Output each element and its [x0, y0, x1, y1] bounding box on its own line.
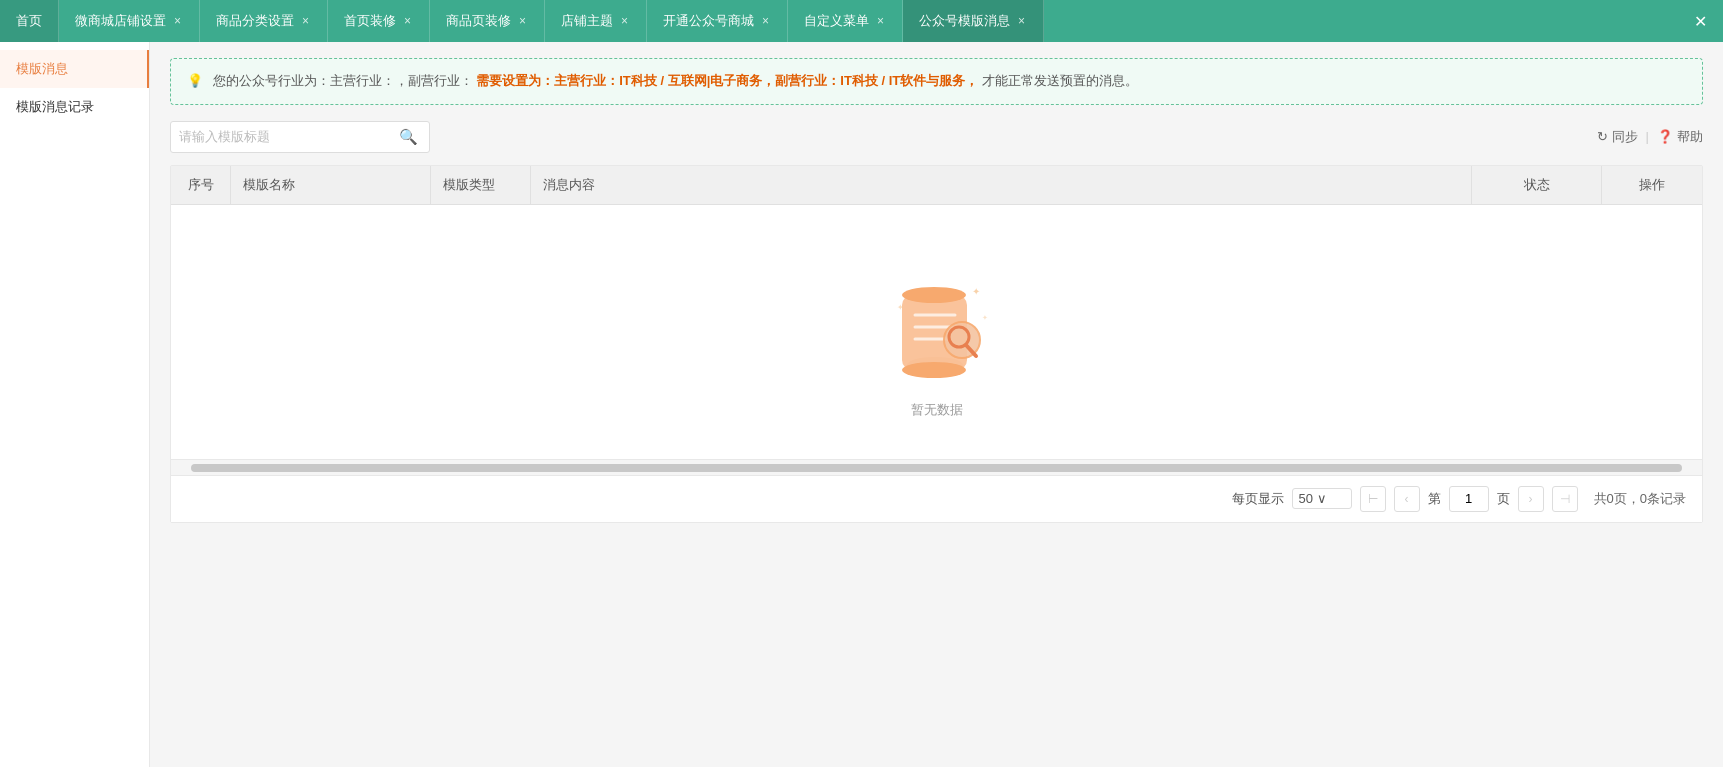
per-page-label: 每页显示 — [1232, 490, 1284, 508]
page-last-button[interactable]: ⊣ — [1552, 486, 1578, 512]
tab-product-deco[interactable]: 商品页装修 × — [430, 0, 545, 42]
notice-suffix: 才能正常发送预置的消息。 — [982, 73, 1138, 88]
svg-point-3 — [902, 362, 966, 378]
tab-home-deco[interactable]: 首页装修 × — [328, 0, 430, 42]
theme-label: 店铺主题 — [561, 12, 613, 30]
tab-template-msg[interactable]: 公众号模版消息 × — [903, 0, 1044, 42]
help-icon: ❓ — [1657, 129, 1673, 144]
notice-prefix: 您的公众号行业为：主营行业：，副营行业： — [213, 73, 473, 88]
content-area: 💡 您的公众号行业为：主营行业：，副营行业： 需要设置为：主营行业：IT科技 /… — [150, 42, 1723, 767]
tab-category[interactable]: 商品分类设置 × — [200, 0, 328, 42]
per-page-chevron-icon: ∨ — [1317, 491, 1327, 506]
template-msg-label: 公众号模版消息 — [919, 12, 1010, 30]
tab-wsc-shop-close[interactable]: × — [172, 14, 183, 28]
sidebar-item-template-log[interactable]: 模版消息记录 — [0, 88, 149, 126]
svg-text:✦: ✦ — [972, 286, 980, 297]
wsc-shop-label: 微商城店铺设置 — [75, 12, 166, 30]
page-input[interactable] — [1449, 486, 1489, 512]
col-header-content: 消息内容 — [531, 166, 1472, 204]
tab-template-msg-close[interactable]: × — [1016, 14, 1027, 28]
col-header-action: 操作 — [1602, 166, 1702, 204]
tab-custom-menu[interactable]: 自定义菜单 × — [788, 0, 903, 42]
tab-bar-close-all[interactable]: ✕ — [1678, 12, 1723, 31]
table-header: 序号 模版名称 模版类型 消息内容 状态 操作 — [171, 166, 1702, 205]
svg-point-2 — [902, 287, 966, 303]
help-button[interactable]: ❓ 帮助 — [1657, 128, 1703, 146]
search-bar: 🔍 ↻ 同步 | ❓ 帮助 — [170, 121, 1703, 153]
help-label: 帮助 — [1677, 128, 1703, 146]
col-header-seq: 序号 — [171, 166, 231, 204]
home-deco-label: 首页装修 — [344, 12, 396, 30]
notice-highlight: 需要设置为：主营行业：IT科技 / 互联网|电子商务，副营行业：IT科技 / I… — [476, 73, 978, 88]
table-wrapper: 序号 模版名称 模版类型 消息内容 状态 操作 — [170, 165, 1703, 523]
tab-home[interactable]: 首页 — [0, 0, 59, 42]
page-prev-button[interactable]: ‹ — [1394, 486, 1420, 512]
tab-theme[interactable]: 店铺主题 × — [545, 0, 647, 42]
empty-text: 暂无数据 — [911, 401, 963, 419]
custom-menu-label: 自定义菜单 — [804, 12, 869, 30]
scrollbar-thumb[interactable] — [191, 464, 1682, 472]
empty-illustration: ✦ ✦ ✦ — [877, 265, 997, 385]
home-tab-label: 首页 — [16, 12, 42, 30]
page-first-button[interactable]: ⊢ — [1360, 486, 1386, 512]
page-label: 第 — [1428, 490, 1441, 508]
tab-product-deco-close[interactable]: × — [517, 14, 528, 28]
search-icon[interactable]: 🔍 — [399, 128, 418, 146]
empty-state: ✦ ✦ ✦ 暂无数据 — [171, 205, 1702, 459]
sync-label: 同步 — [1612, 128, 1638, 146]
main-layout: 模版消息 模版消息记录 💡 您的公众号行业为：主营行业：，副营行业： 需要设置为… — [0, 42, 1723, 767]
notice-icon: 💡 — [187, 73, 203, 88]
sidebar: 模版消息 模版消息记录 — [0, 42, 150, 767]
sync-icon: ↻ — [1597, 129, 1608, 144]
horizontal-scrollbar[interactable] — [171, 459, 1702, 475]
svg-text:✦: ✦ — [897, 303, 904, 312]
tab-mall-close[interactable]: × — [760, 14, 771, 28]
tab-theme-close[interactable]: × — [619, 14, 630, 28]
total-info: 共0页，0条记录 — [1594, 490, 1686, 508]
tab-wsc-shop[interactable]: 微商城店铺设置 × — [59, 0, 200, 42]
svg-text:✦: ✦ — [982, 314, 988, 321]
sync-button[interactable]: ↻ 同步 — [1597, 128, 1638, 146]
search-input[interactable] — [179, 129, 399, 144]
col-header-name: 模版名称 — [231, 166, 431, 204]
pagination: 每页显示 50 ∨ ⊢ ‹ 第 页 › ⊣ 共0页，0条记录 — [171, 475, 1702, 522]
tab-mall[interactable]: 开通公众号商城 × — [647, 0, 788, 42]
search-input-wrapper[interactable]: 🔍 — [170, 121, 430, 153]
page-next-button[interactable]: › — [1518, 486, 1544, 512]
search-actions: ↻ 同步 | ❓ 帮助 — [1597, 128, 1703, 146]
category-label: 商品分类设置 — [216, 12, 294, 30]
page-unit: 页 — [1497, 490, 1510, 508]
notice-box: 💡 您的公众号行业为：主营行业：，副营行业： 需要设置为：主营行业：IT科技 /… — [170, 58, 1703, 105]
col-header-status: 状态 — [1472, 166, 1602, 204]
mall-label: 开通公众号商城 — [663, 12, 754, 30]
divider: | — [1646, 129, 1649, 144]
sidebar-item-template-msg[interactable]: 模版消息 — [0, 50, 149, 88]
per-page-select[interactable]: 50 ∨ — [1292, 488, 1352, 509]
tab-bar: 首页 微商城店铺设置 × 商品分类设置 × 首页装修 × 商品页装修 × 店铺主… — [0, 0, 1723, 42]
tab-custom-menu-close[interactable]: × — [875, 14, 886, 28]
tab-category-close[interactable]: × — [300, 14, 311, 28]
per-page-value: 50 — [1299, 491, 1313, 506]
col-header-type: 模版类型 — [431, 166, 531, 204]
product-deco-label: 商品页装修 — [446, 12, 511, 30]
tab-home-deco-close[interactable]: × — [402, 14, 413, 28]
